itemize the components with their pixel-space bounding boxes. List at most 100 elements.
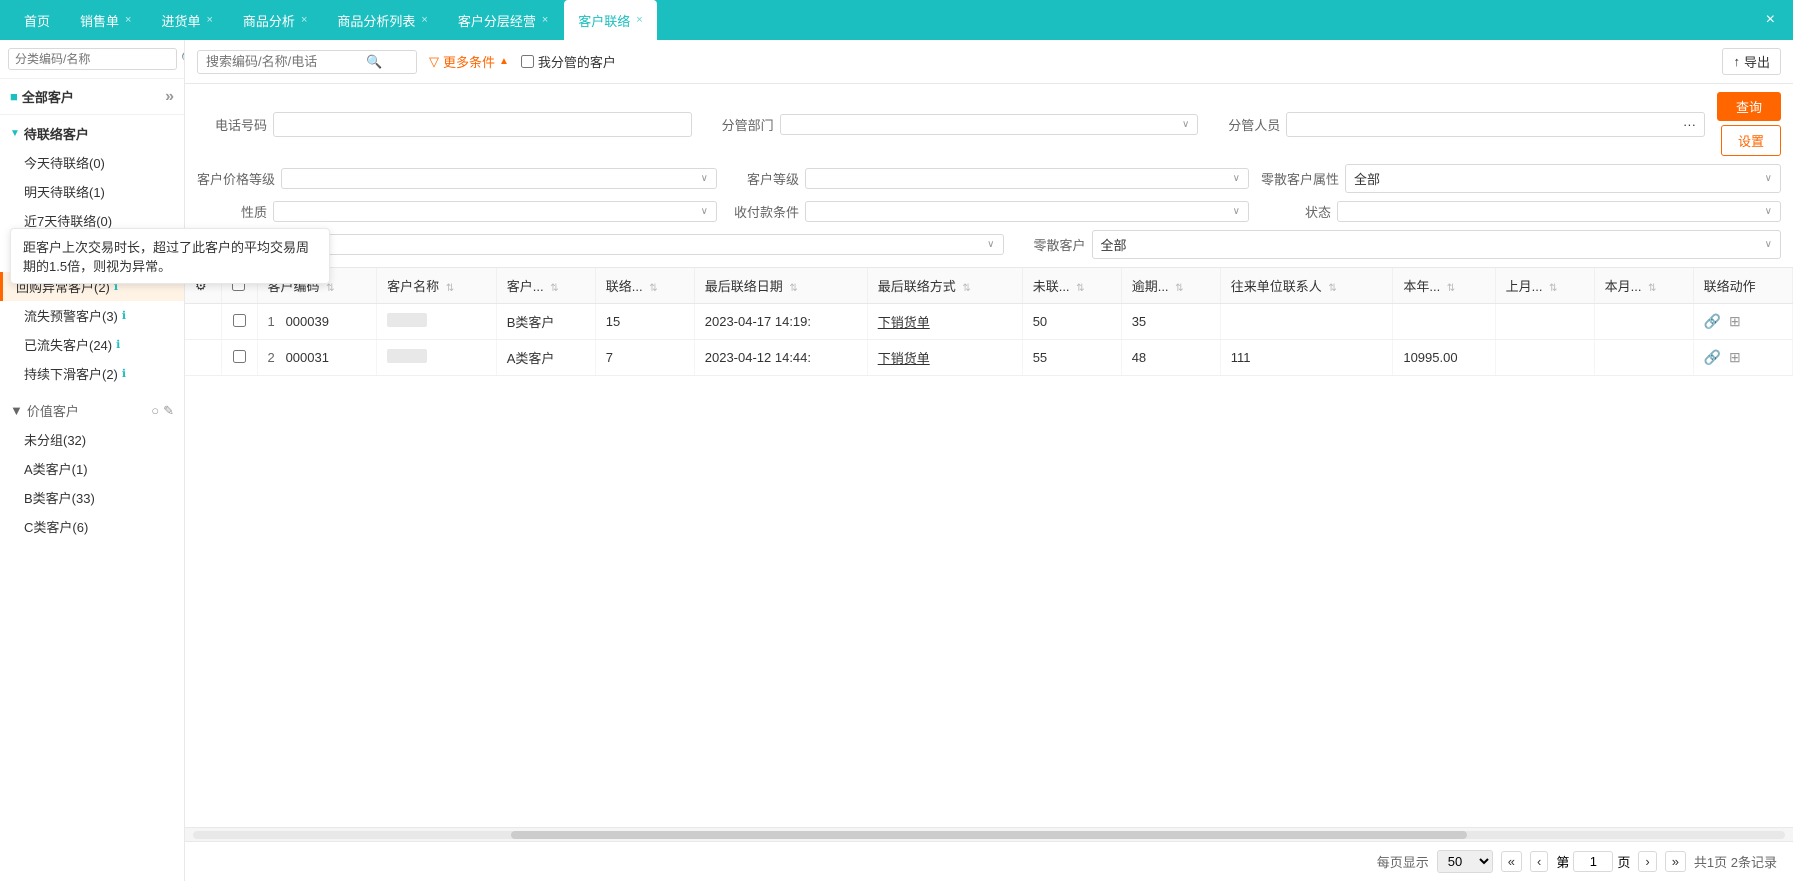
row-last-method[interactable]: 下销货单 (867, 340, 1022, 376)
th-last-method[interactable]: 最后联络方式 ⇅ (867, 268, 1022, 304)
my-customers-checkbox[interactable] (521, 55, 534, 68)
query-button[interactable]: 查询 (1717, 92, 1781, 121)
grid-action-icon[interactable]: ⊞ (1729, 349, 1741, 366)
th-contact-count[interactable]: 联络... ⇅ (595, 268, 694, 304)
filter-phone-input[interactable] (273, 112, 692, 137)
nav-tab-sales[interactable]: 销售单 × (66, 0, 145, 40)
nav-tab-customer-contact[interactable]: 客户联络 × (564, 0, 656, 40)
filter-retail-customer-label: 零散客户 (1016, 235, 1086, 254)
th-overdue[interactable]: 逾期... ⇅ (1121, 268, 1220, 304)
th-name[interactable]: 客户名称 ⇅ (377, 268, 497, 304)
grid-action-icon[interactable]: ⊞ (1729, 313, 1741, 330)
filter-nature-select[interactable]: ∨ (273, 201, 717, 222)
row-last-date: 2023-04-17 14:19: (694, 304, 867, 340)
sort-icon: ⇅ (1328, 283, 1336, 294)
close-icon[interactable]: × (636, 14, 642, 26)
filter-payment-select[interactable]: ∨ (805, 201, 1249, 222)
close-icon[interactable]: × (542, 14, 548, 26)
row-select-checkbox[interactable] (233, 314, 246, 327)
filter-price-level: 客户价格等级 ∨ (197, 168, 717, 189)
pagination: 每页显示 50 20 100 « ‹ 第 页 › » 共1页 2条记录 (185, 841, 1793, 881)
th-contacts[interactable]: 往来单位联系人 ⇅ (1220, 268, 1393, 304)
sidebar-item-declining[interactable]: 持续下滑客户(2) ℹ (0, 359, 184, 388)
search-icon[interactable]: 🔍 (366, 54, 382, 70)
filter-retail-customer-select[interactable]: 全部 ∨ (1092, 230, 1782, 259)
th-type[interactable]: 客户... ⇅ (496, 268, 595, 304)
filter-manager-select[interactable]: ··· (1286, 112, 1705, 137)
prev-page-button[interactable]: ‹ (1530, 851, 1548, 872)
scrollbar-thumb[interactable] (511, 831, 1466, 839)
chevron-down-icon: ▼ (10, 128, 20, 139)
link-action-icon[interactable]: 🔗 (1704, 313, 1721, 330)
page-number-input[interactable] (1573, 851, 1613, 872)
th-this-month[interactable]: 本月... ⇅ (1594, 268, 1693, 304)
filter-customer-level-label: 客户等级 (729, 169, 799, 188)
sidebar-item-today[interactable]: 今天待联络(0) (0, 148, 184, 177)
sidebar-pending-title[interactable]: ▼ 待联络客户 (0, 119, 184, 148)
add-group-icon[interactable]: ○ (151, 403, 159, 419)
th-this-year[interactable]: 本年... ⇅ (1393, 268, 1495, 304)
row-select-checkbox[interactable] (233, 350, 246, 363)
last-method-link[interactable]: 下销货单 (878, 315, 930, 330)
sidebar-item-churn-warning[interactable]: 流失预警客户(3) ℹ (0, 301, 184, 330)
row-number: 2 (268, 350, 275, 365)
row-last-method[interactable]: 下销货单 (867, 304, 1022, 340)
row-last-month (1495, 340, 1594, 376)
th-last-month[interactable]: 上月... ⇅ (1495, 268, 1594, 304)
filter-status-select[interactable]: ∨ (1337, 201, 1781, 222)
filter-retail-attr-select[interactable]: 全部 ∨ (1345, 164, 1781, 193)
edit-group-icon[interactable]: ✎ (163, 403, 174, 419)
filter-dept-select[interactable]: ∨ (780, 114, 1199, 135)
sidebar-collapse-button[interactable]: » (165, 88, 174, 106)
info-icon[interactable]: ℹ (122, 309, 126, 322)
my-customers-checkbox-label[interactable]: 我分管的客户 (521, 52, 616, 71)
sidebar-item-churned[interactable]: 已流失客户(24) ℹ (0, 330, 184, 359)
link-action-icon[interactable]: 🔗 (1704, 349, 1721, 366)
info-icon[interactable]: ℹ (122, 367, 126, 380)
next-page-button[interactable]: › (1638, 851, 1656, 872)
th-unlink-days[interactable]: 未联... ⇅ (1022, 268, 1121, 304)
filter-retail-attr: 零散客户属性 全部 ∨ (1261, 164, 1781, 193)
filter-more-button[interactable]: ▽ 更多条件 ▲ (429, 52, 509, 71)
nav-tab-product-analysis-list[interactable]: 商品分析列表 × (323, 0, 441, 40)
info-icon[interactable]: ℹ (116, 338, 120, 351)
sort-icon: ⇅ (1648, 283, 1656, 294)
filter-customer-level-select[interactable]: ∨ (805, 168, 1249, 189)
window-close-button[interactable]: × (1758, 11, 1783, 29)
sidebar-item-c-class[interactable]: C类客户(6) (0, 512, 184, 541)
row-type: A类客户 (496, 340, 595, 376)
nav-tab-product-analysis[interactable]: 商品分析 × (229, 0, 321, 40)
row-contact-count: 15 (595, 304, 694, 340)
close-icon[interactable]: × (125, 14, 131, 26)
nav-tab-purchase[interactable]: 进货单 × (147, 0, 226, 40)
row-last-date: 2023-04-12 14:44: (694, 340, 867, 376)
filter-customer-level: 客户等级 ∨ (729, 168, 1249, 189)
bottom-scrollbar[interactable] (185, 827, 1793, 841)
last-method-link[interactable]: 下销货单 (878, 351, 930, 366)
sidebar-item-ungrouped[interactable]: 未分组(32) (0, 425, 184, 454)
close-icon[interactable]: × (301, 14, 307, 26)
per-page-label: 每页显示 (1377, 852, 1429, 871)
filter-customer-type-select[interactable]: ∨ (314, 234, 1004, 255)
nav-tab-home[interactable]: 首页 (10, 0, 64, 40)
search-input[interactable] (206, 54, 366, 69)
last-page-button[interactable]: » (1665, 851, 1686, 872)
settings-button[interactable]: 设置 (1721, 125, 1781, 156)
close-icon[interactable]: × (421, 14, 427, 26)
chevron-down-icon: ∨ (1182, 119, 1189, 130)
nav-tab-customer-segmentation[interactable]: 客户分层经营 × (444, 0, 562, 40)
sidebar-value-title[interactable]: ▼ 价值客户 ○ ✎ (0, 396, 184, 425)
sidebar-item-tomorrow[interactable]: 明天待联络(1) (0, 177, 184, 206)
sidebar-item-b-class[interactable]: B类客户(33) (0, 483, 184, 512)
close-icon[interactable]: × (206, 14, 212, 26)
export-button[interactable]: ↑ 导出 (1722, 48, 1781, 75)
first-page-button[interactable]: « (1501, 851, 1522, 872)
sidebar-item-a-class[interactable]: A类客户(1) (0, 454, 184, 483)
filter-nature-label: 性质 (197, 202, 267, 221)
row-settings[interactable] (185, 340, 221, 376)
th-last-date[interactable]: 最后联络日期 ⇅ (694, 268, 867, 304)
filter-price-level-select[interactable]: ∨ (281, 168, 717, 189)
row-settings[interactable] (185, 304, 221, 340)
per-page-select[interactable]: 50 20 100 (1437, 850, 1493, 873)
sidebar-search-input[interactable] (8, 48, 177, 70)
